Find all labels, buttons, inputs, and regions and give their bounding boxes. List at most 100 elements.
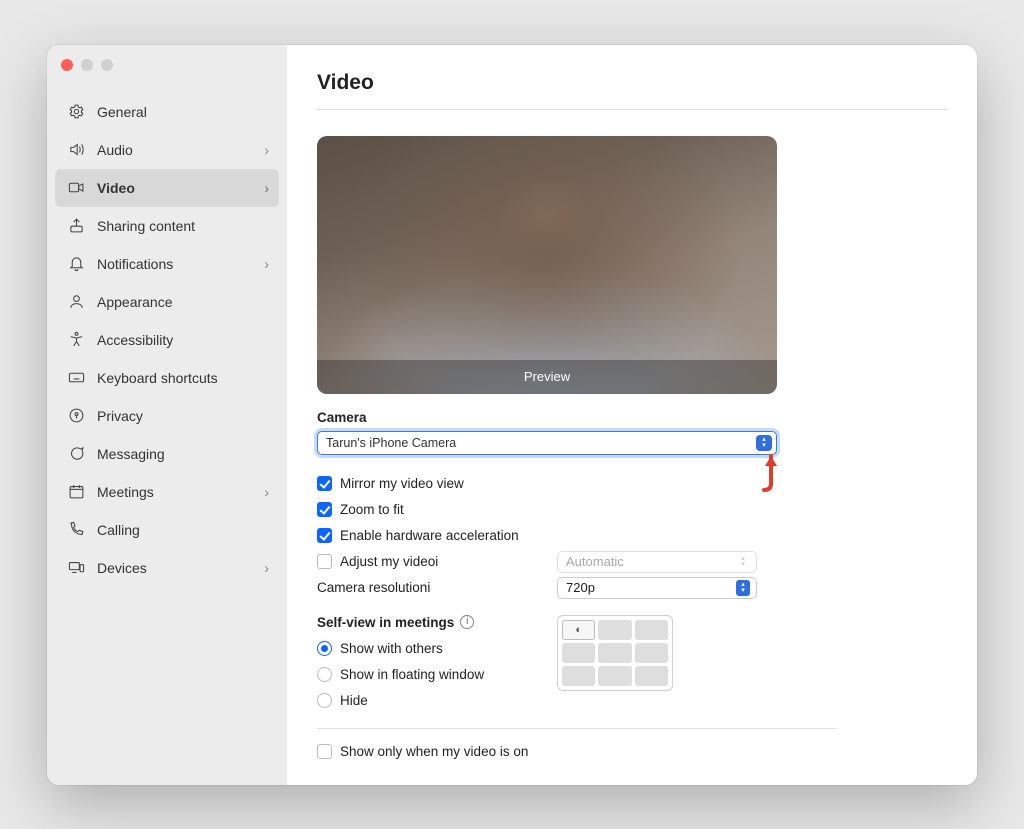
chevron-right-icon: › bbox=[264, 484, 269, 500]
selfview-radio-hide[interactable] bbox=[317, 693, 332, 708]
adjust-dropdown-value: Automatic bbox=[566, 554, 736, 569]
bell-icon bbox=[65, 255, 87, 272]
sidebar-item-accessibility[interactable]: Accessibility bbox=[55, 321, 279, 359]
grid-cell[interactable] bbox=[635, 666, 668, 686]
window-controls bbox=[61, 59, 113, 71]
selfview-heading: Self-view in meetings bbox=[317, 615, 454, 630]
adjust-checkbox[interactable] bbox=[317, 554, 332, 569]
camera-select-value: Tarun's iPhone Camera bbox=[326, 436, 756, 450]
close-window-button[interactable] bbox=[61, 59, 73, 71]
sidebar-item-label: Devices bbox=[97, 560, 264, 576]
sidebar-item-label: Appearance bbox=[97, 294, 269, 310]
grid-cell[interactable] bbox=[598, 643, 631, 663]
sidebar-item-keyboard[interactable]: Keyboard shortcuts bbox=[55, 359, 279, 397]
grid-cell[interactable] bbox=[562, 666, 595, 686]
info-icon[interactable]: i bbox=[435, 554, 438, 569]
mirror-label: Mirror my video view bbox=[340, 476, 464, 491]
sidebar-item-messaging[interactable]: Messaging bbox=[55, 435, 279, 473]
sidebar-item-label: Video bbox=[97, 180, 264, 196]
zoom-row: Zoom to fit bbox=[317, 497, 837, 523]
camera-heading: Camera bbox=[317, 410, 947, 425]
selfview-position-grid[interactable]: ◐ bbox=[557, 615, 673, 691]
video-icon bbox=[65, 179, 87, 196]
sidebar: General Audio › Video › Sharing content bbox=[47, 45, 287, 785]
stepper-icon: ▴▾ bbox=[736, 554, 750, 570]
sidebar-item-audio[interactable]: Audio › bbox=[55, 131, 279, 169]
gear-icon bbox=[65, 103, 87, 120]
calendar-icon bbox=[65, 483, 87, 500]
sidebar-item-label: Calling bbox=[97, 522, 269, 538]
adjust-label: Adjust my video bbox=[340, 554, 435, 569]
sidebar-item-video[interactable]: Video › bbox=[55, 169, 279, 207]
show-only-checkbox[interactable] bbox=[317, 744, 332, 759]
selfview-option-row: Show in floating window bbox=[317, 662, 557, 688]
selfview-option-label: Show in floating window bbox=[340, 667, 484, 682]
show-only-row: Show only when my video is on bbox=[317, 739, 837, 765]
info-icon[interactable]: i bbox=[460, 615, 474, 629]
video-preview: Preview bbox=[317, 136, 777, 394]
selfview-radio-show-with-others[interactable] bbox=[317, 641, 332, 656]
chevron-right-icon: › bbox=[264, 256, 269, 272]
zoom-checkbox[interactable] bbox=[317, 502, 332, 517]
grid-cell[interactable] bbox=[635, 620, 668, 640]
grid-cell[interactable] bbox=[562, 643, 595, 663]
hwaccel-label: Enable hardware acceleration bbox=[340, 528, 519, 543]
sidebar-item-label: Notifications bbox=[97, 256, 264, 272]
hwaccel-checkbox[interactable] bbox=[317, 528, 332, 543]
appearance-icon bbox=[65, 293, 87, 310]
resolution-label: Camera resolution bbox=[317, 580, 427, 595]
stepper-icon: ▴▾ bbox=[736, 580, 750, 596]
grid-cell-self[interactable]: ◐ bbox=[562, 620, 595, 640]
privacy-icon bbox=[65, 407, 87, 424]
info-icon[interactable]: i bbox=[427, 580, 430, 595]
sidebar-item-notifications[interactable]: Notifications › bbox=[55, 245, 279, 283]
sidebar-item-label: Privacy bbox=[97, 408, 269, 424]
accessibility-icon bbox=[65, 331, 87, 348]
devices-icon bbox=[65, 559, 87, 576]
selfview-option-row: Hide bbox=[317, 688, 557, 714]
sidebar-item-label: Keyboard shortcuts bbox=[97, 370, 269, 386]
sidebar-item-label: Messaging bbox=[97, 446, 269, 462]
sidebar-item-sharing[interactable]: Sharing content bbox=[55, 207, 279, 245]
sidebar-item-meetings[interactable]: Meetings › bbox=[55, 473, 279, 511]
fullscreen-window-button[interactable] bbox=[101, 59, 113, 71]
mirror-checkbox[interactable] bbox=[317, 476, 332, 491]
sidebar-item-label: Accessibility bbox=[97, 332, 269, 348]
show-only-label: Show only when my video is on bbox=[340, 744, 528, 759]
grid-cell[interactable] bbox=[635, 643, 668, 663]
sidebar-item-general[interactable]: General bbox=[55, 93, 279, 131]
chat-icon bbox=[65, 445, 87, 462]
sidebar-item-devices[interactable]: Devices › bbox=[55, 549, 279, 587]
keyboard-icon bbox=[65, 369, 87, 386]
camera-select[interactable]: Tarun's iPhone Camera ▴▾ bbox=[317, 431, 777, 455]
sidebar-item-label: General bbox=[97, 104, 269, 120]
grid-cell[interactable] bbox=[598, 666, 631, 686]
minimize-window-button[interactable] bbox=[81, 59, 93, 71]
grid-cell[interactable] bbox=[598, 620, 631, 640]
hwaccel-row: Enable hardware acceleration bbox=[317, 523, 837, 549]
sidebar-item-privacy[interactable]: Privacy bbox=[55, 397, 279, 435]
page-title: Video bbox=[317, 71, 947, 110]
sidebar-item-label: Meetings bbox=[97, 484, 264, 500]
annotation-arrow bbox=[756, 454, 786, 494]
selfview-option-row: Show with others bbox=[317, 636, 557, 662]
phone-icon bbox=[65, 521, 87, 538]
sidebar-item-label: Sharing content bbox=[97, 218, 269, 234]
resolution-dropdown-value: 720p bbox=[566, 580, 736, 595]
selfview-option-label: Show with others bbox=[340, 641, 443, 656]
speaker-icon bbox=[65, 141, 87, 158]
divider bbox=[317, 728, 837, 729]
selfview-radio-floating[interactable] bbox=[317, 667, 332, 682]
sidebar-item-calling[interactable]: Calling bbox=[55, 511, 279, 549]
chevron-right-icon: › bbox=[264, 142, 269, 158]
adjust-row: Adjust my video i Automatic ▴▾ bbox=[317, 551, 837, 573]
share-icon bbox=[65, 217, 87, 234]
select-stepper-icon: ▴▾ bbox=[756, 435, 772, 451]
main-panel: Video Preview Camera Tarun's iPhone Came… bbox=[287, 45, 977, 785]
sidebar-item-label: Audio bbox=[97, 142, 264, 158]
preferences-window: General Audio › Video › Sharing content bbox=[47, 45, 977, 785]
adjust-dropdown: Automatic ▴▾ bbox=[557, 551, 757, 573]
sidebar-item-appearance[interactable]: Appearance bbox=[55, 283, 279, 321]
resolution-dropdown[interactable]: 720p ▴▾ bbox=[557, 577, 757, 599]
zoom-label: Zoom to fit bbox=[340, 502, 404, 517]
